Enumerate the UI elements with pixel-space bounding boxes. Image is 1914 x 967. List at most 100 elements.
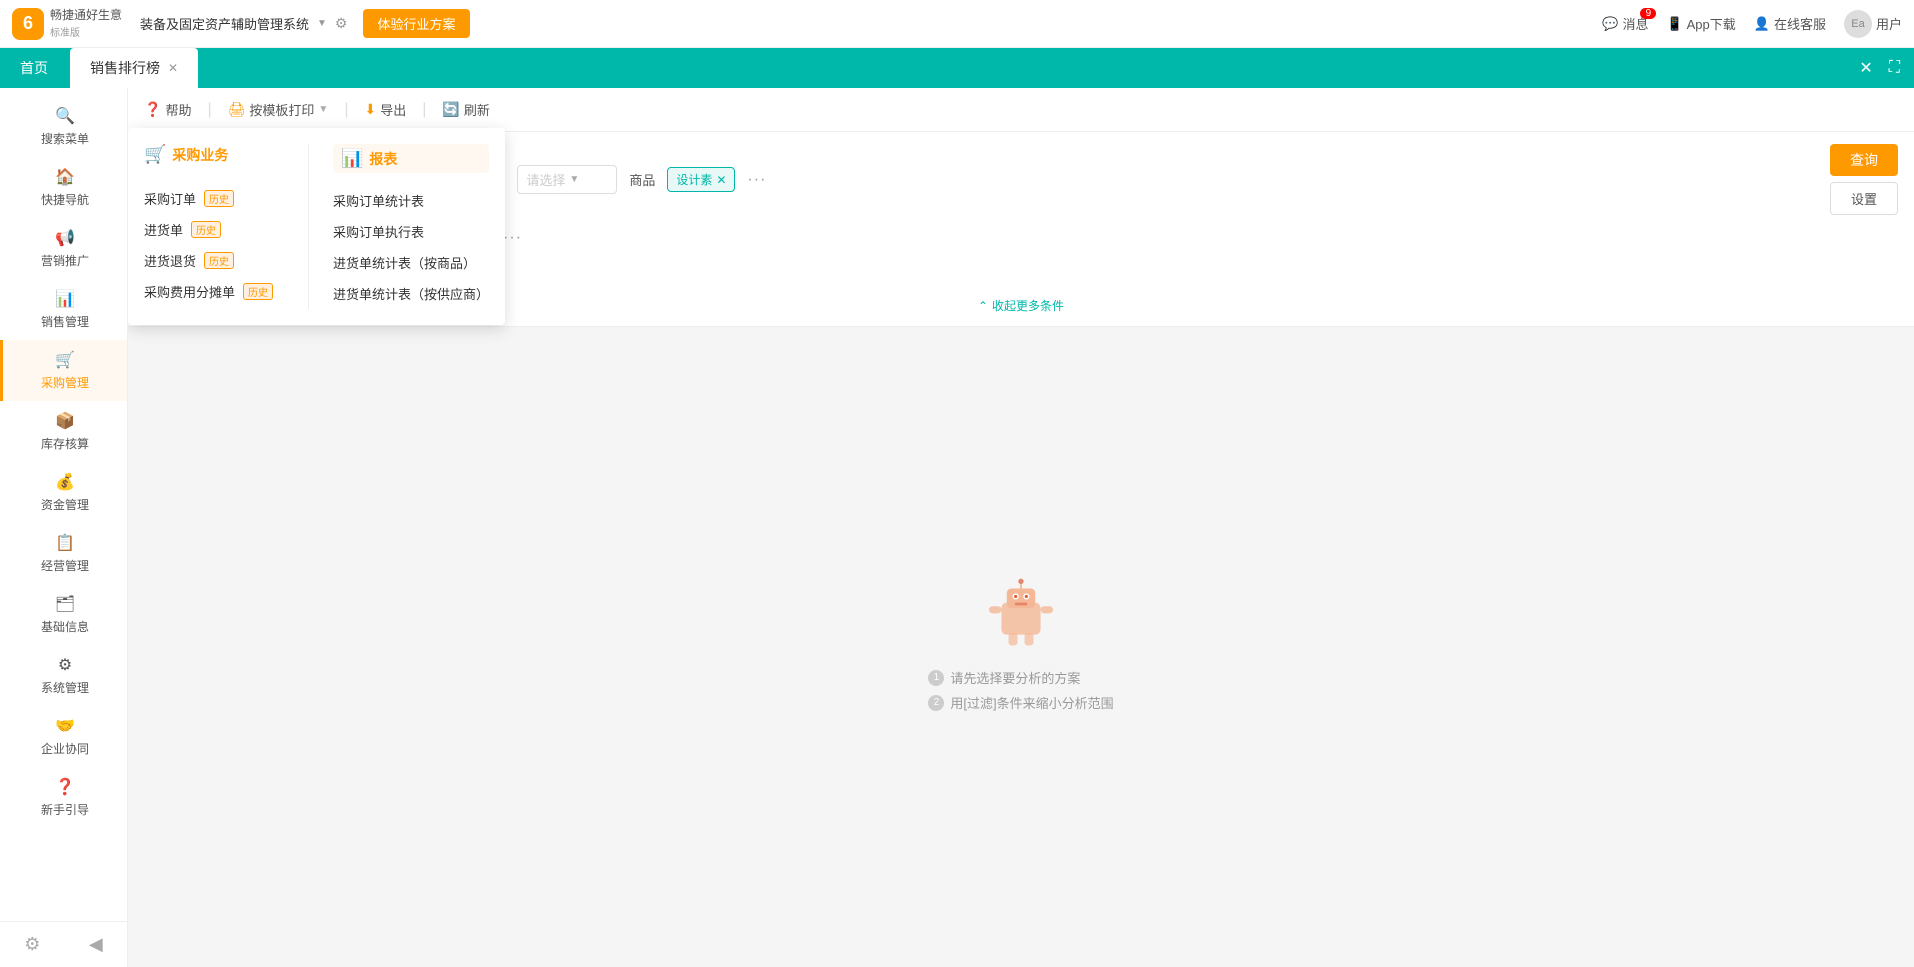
menu-item-purchase-order[interactable]: 采购订单 历史 — [144, 183, 284, 214]
return-hist: 历史 — [204, 252, 234, 269]
menu-item-expense[interactable]: 采购费用分摊单 历史 — [144, 276, 284, 307]
empty-tips: 1 请先选择要分析的方案 2 用[过滤]条件来缩小分析范围 — [928, 668, 1113, 718]
expense-hist: 历史 — [243, 283, 273, 300]
menu-item-report-order-stat[interactable]: 采购订单统计表 — [333, 185, 489, 216]
menu-item-report-order-exec[interactable]: 采购订单执行表 — [333, 216, 489, 247]
sidebar-item-search[interactable]: 🔍 搜索菜单 — [0, 96, 127, 157]
menu-divider — [308, 144, 309, 309]
help-icon: ❓ — [144, 101, 161, 118]
system-icon: ⚙ — [58, 655, 72, 675]
print-button[interactable]: 🖨 按模板打印 ▼ — [228, 100, 329, 119]
sidebar-collapse-button[interactable]: ◀ — [89, 934, 103, 955]
tab-sales-ranking[interactable]: 销售排行榜 ✕ — [70, 48, 198, 88]
app-download-button[interactable]: 📱 App下载 — [1666, 14, 1735, 33]
industry-button[interactable]: 体验行业方案 — [363, 9, 469, 38]
mobile-icon: 📱 — [1666, 16, 1682, 32]
collapse-button[interactable]: ⌃ 收起更多条件 — [978, 297, 1064, 314]
export-icon: ⬇ — [364, 101, 376, 118]
query-button[interactable]: 查询 — [1830, 144, 1898, 176]
app-label: App下载 — [1687, 14, 1736, 33]
bill-status-select[interactable]: 请选择 ▼ — [517, 165, 617, 194]
sidebar-item-operations[interactable]: 📋 经营管理 — [0, 523, 127, 584]
sidebar-item-enterprise[interactable]: 🤝 企业协同 — [0, 706, 127, 767]
sidebar-item-inventory[interactable]: 📦 库存核算 — [0, 401, 127, 462]
refresh-button[interactable]: 🔄 刷新 — [442, 100, 489, 119]
goods-tag: 设计素 ✕ — [667, 167, 735, 192]
sidebar-label-operations: 经营管理 — [41, 557, 89, 574]
refresh-label: 刷新 — [464, 100, 490, 119]
tab-right-buttons: ✕ ⛶ — [1853, 56, 1914, 80]
sidebar-label-quick: 快捷导航 — [41, 191, 89, 208]
menu-item-report-incoming-goods[interactable]: 进货单统计表（按商品） — [333, 247, 489, 278]
guide-icon: ❓ — [55, 777, 75, 797]
logo-title: 畅捷通好生意 — [50, 8, 122, 24]
report-order-stat-label: 采购订单统计表 — [333, 191, 424, 210]
report-section-title: 📊 报表 — [333, 144, 489, 173]
operations-icon: 📋 — [55, 533, 75, 553]
export-button[interactable]: ⬇ 导出 — [364, 100, 406, 119]
menu-item-incoming[interactable]: 进货单 历史 — [144, 214, 284, 245]
help-button[interactable]: ❓ 帮助 — [144, 100, 191, 119]
main-layout: 🔍 搜索菜单 🏠 快捷导航 📢 营销推广 📊 销售管理 🛒 采购管理 📦 库存核… — [0, 88, 1914, 967]
online-service-button[interactable]: 👤 在线客服 — [1754, 14, 1826, 33]
tab-home[interactable]: 首页 — [0, 48, 68, 88]
user-button[interactable]: Ea 用户 — [1844, 10, 1902, 38]
sidebar-label-marketing: 营销推广 — [41, 252, 89, 269]
sidebar-item-system[interactable]: ⚙ 系统管理 — [0, 645, 127, 706]
sidebar-item-finance[interactable]: 💰 资金管理 — [0, 462, 127, 523]
top-header: 6 畅捷通好生意 标准版 装备及固定资产辅助管理系统 ▼ ⚙ 体验行业方案 💬 … — [0, 0, 1914, 48]
purchase-order-label: 采购订单 — [144, 189, 196, 208]
goods-tag-text: 设计素 — [676, 171, 712, 188]
tip-num-1: 1 — [928, 670, 944, 686]
print-label: 按模板打印 — [249, 100, 314, 119]
collapse-icon: ⌃ — [978, 299, 988, 313]
logo-area: 6 畅捷通好生意 标准版 — [12, 8, 140, 40]
message-button[interactable]: 💬 9 消息 — [1602, 14, 1648, 33]
print-icon: 🖨 — [228, 101, 246, 118]
settings-button[interactable]: 设置 — [1830, 182, 1898, 215]
sidebar-bottom: ⚙ ◀ — [0, 921, 127, 967]
tab-close-icon[interactable]: ✕ — [168, 61, 178, 75]
message-icon: 💬 — [1602, 16, 1618, 32]
sidebar-item-marketing[interactable]: 📢 营销推广 — [0, 218, 127, 279]
salesman-more-icon[interactable]: ··· — [503, 229, 522, 247]
sidebar-item-quick[interactable]: 🏠 快捷导航 — [0, 157, 127, 218]
help-label: 帮助 — [165, 100, 191, 119]
sidebar-item-purchase[interactable]: 🛒 采购管理 — [0, 340, 127, 401]
goods-tag-remove-icon[interactable]: ✕ — [716, 173, 726, 187]
menu-item-return[interactable]: 进货退货 历史 — [144, 245, 284, 276]
system-title-area: 装备及固定资产辅助管理系统 ▼ ⚙ 体验行业方案 — [140, 9, 1602, 38]
sidebar-item-sales[interactable]: 📊 销售管理 — [0, 279, 127, 340]
sidebar-label-basic: 基础信息 — [41, 618, 89, 635]
header-right: 💬 9 消息 📱 App下载 👤 在线客服 Ea 用户 — [1602, 10, 1902, 38]
goods-more-icon[interactable]: ··· — [747, 171, 766, 189]
sidebar-label-search: 搜索菜单 — [41, 130, 89, 147]
menu-item-report-incoming-supplier[interactable]: 进货单统计表（按供应商） — [333, 278, 489, 309]
gear-icon[interactable]: ⚙ — [335, 15, 348, 32]
report-incoming-supplier-label: 进货单统计表（按供应商） — [333, 284, 489, 303]
print-arrow-icon[interactable]: ▼ — [318, 104, 328, 115]
export-label: 导出 — [380, 100, 406, 119]
home-icon: 🏠 — [55, 167, 75, 187]
sidebar-item-guide[interactable]: ❓ 新手引导 — [0, 767, 127, 828]
content-area: ❓ 帮助 | 🖨 按模板打印 ▼ | ⬇ 导出 | 🔄 刷新 — [128, 88, 1914, 967]
sidebar-item-basic[interactable]: 🗂 基础信息 — [0, 584, 127, 645]
tab-bar: 首页 销售排行榜 ✕ ✕ ⛶ — [0, 48, 1914, 88]
dropdown-arrow-icon[interactable]: ▼ — [317, 18, 327, 29]
tab-maximize-button[interactable]: ⛶ — [1883, 57, 1906, 79]
user-label: 用户 — [1876, 14, 1902, 33]
sidebar-settings-button[interactable]: ⚙ — [24, 934, 40, 955]
purchase-section-title: 🛒 采购业务 — [144, 144, 284, 171]
report-title-text: 报表 — [369, 149, 397, 169]
avatar: Ea — [1844, 10, 1872, 38]
tab-close-window-button[interactable]: ✕ — [1853, 56, 1878, 80]
toolbar: ❓ 帮助 | 🖨 按模板打印 ▼ | ⬇ 导出 | 🔄 刷新 — [128, 88, 1914, 132]
logo-text: 畅捷通好生意 标准版 — [50, 8, 122, 39]
empty-state: 1 请先选择要分析的方案 2 用[过滤]条件来缩小分析范围 — [128, 327, 1914, 967]
query-buttons: 查询 设置 — [1830, 144, 1898, 215]
search-icon: 🔍 — [55, 106, 75, 126]
purchase-order-hist: 历史 — [204, 190, 234, 207]
sidebar-label-purchase: 采购管理 — [41, 374, 89, 391]
collapse-label: 收起更多条件 — [992, 297, 1064, 314]
sidebar-label-inventory: 库存核算 — [41, 435, 89, 452]
